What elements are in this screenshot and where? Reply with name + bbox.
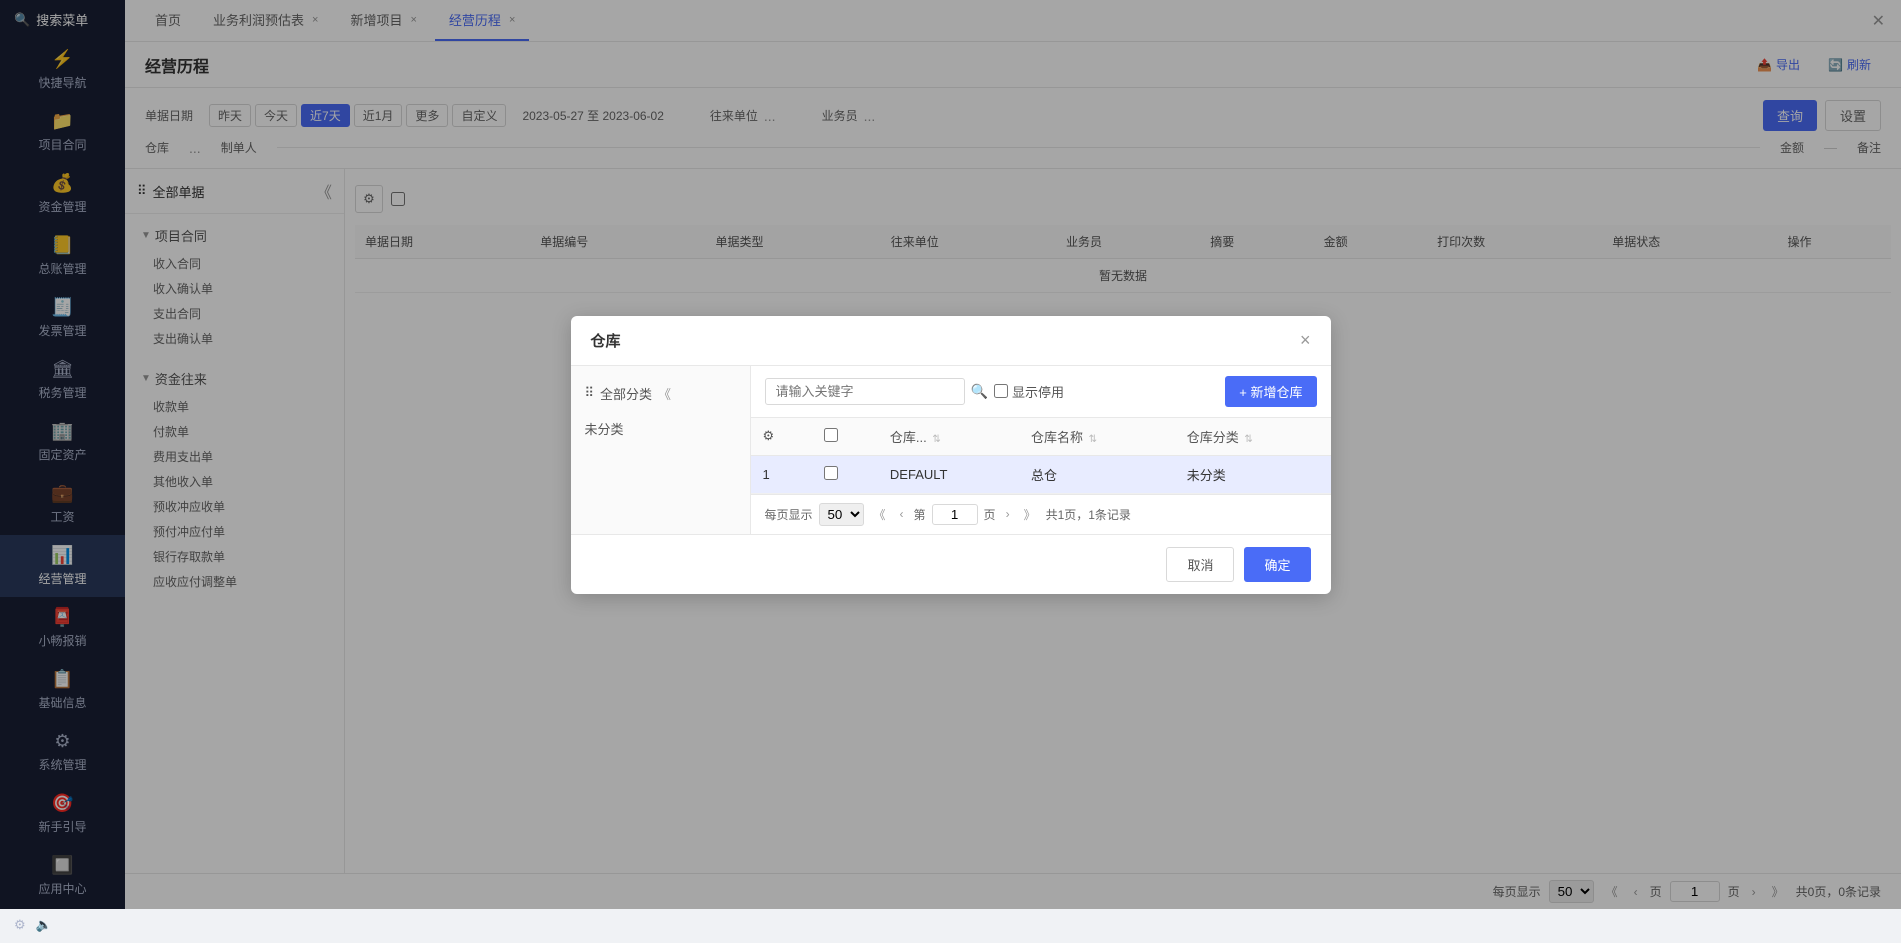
row-checkbox-cell	[812, 455, 878, 493]
modal-category-all[interactable]: ⠿ 全部分类 《	[571, 376, 750, 411]
modal-th-name[interactable]: 仓库名称 ⇅	[1019, 418, 1175, 456]
modal-search-button[interactable]: 🔍	[971, 383, 988, 400]
modal-header: 仓库 ×	[571, 316, 1331, 366]
modal-th-category[interactable]: 仓库分类 ⇅	[1175, 418, 1331, 456]
modal-close-btn[interactable]: ×	[1300, 331, 1311, 349]
modal-table-header: ⚙ 仓库... ⇅ 仓库名称 ⇅	[751, 418, 1331, 456]
row-name: 总仓	[1019, 455, 1175, 493]
modal-page-input[interactable]	[932, 504, 978, 525]
add-warehouse-button[interactable]: + 新增仓库	[1225, 376, 1316, 407]
modal-footer-bar: 每页显示 50 《 ‹ 第 页 › 》 共1页，1条记录	[751, 494, 1331, 534]
sort-icon-category: ⇅	[1244, 434, 1252, 445]
modal-select-all[interactable]	[824, 428, 838, 442]
modal-left-collapse-btn[interactable]: 《	[658, 384, 671, 403]
sort-icon-name: ⇅	[1089, 434, 1097, 445]
modal-body: ⠿ 全部分类 《 未分类 🔍	[571, 366, 1331, 534]
modal-page-label: 第	[914, 506, 926, 523]
row-category: 未分类	[1175, 455, 1331, 493]
modal-search-area: 🔍 显示停用	[765, 378, 1064, 405]
modal-page-next[interactable]: ›	[1002, 505, 1014, 523]
show-disabled-area: 显示停用	[994, 382, 1064, 401]
modal-title: 仓库	[591, 330, 621, 351]
per-page-label-modal: 每页显示	[765, 506, 813, 523]
modal-total-label: 共1页，1条记录	[1046, 506, 1131, 523]
modal-table-area: ⚙ 仓库... ⇅ 仓库名称 ⇅	[751, 418, 1331, 494]
sort-icon-code: ⇅	[932, 434, 940, 445]
volume-icon[interactable]: 🔈	[36, 917, 52, 933]
row-code: DEFAULT	[878, 455, 1019, 493]
sidebar-bottom: ⚙ 🔈	[0, 907, 125, 943]
category-uncategorized-label: 未分类	[585, 419, 624, 438]
modal-warehouse-table: ⚙ 仓库... ⇅ 仓库名称 ⇅	[751, 418, 1331, 494]
show-disabled-label: 显示停用	[1012, 382, 1064, 401]
warehouse-modal: 仓库 × ⠿ 全部分类 《 未分类	[571, 316, 1331, 594]
modal-left-panel: ⠿ 全部分类 《 未分类	[571, 366, 751, 534]
row-index: 1	[751, 455, 813, 493]
modal-page-last[interactable]: 》	[1020, 504, 1040, 525]
modal-search-input[interactable]	[765, 378, 965, 405]
modal-th-gear: ⚙	[751, 418, 813, 456]
category-all-label: 全部分类	[600, 384, 652, 403]
modal-right-panel: 🔍 显示停用 + 新增仓库	[751, 366, 1331, 534]
modal-page-first[interactable]: 《	[870, 504, 890, 525]
settings-icon[interactable]: ⚙	[14, 917, 26, 933]
grid-icon-small: ⠿	[585, 385, 595, 401]
row-checkbox[interactable]	[824, 466, 838, 480]
modal-cancel-button[interactable]: 取消	[1166, 547, 1234, 582]
modal-confirm-button[interactable]: 确定	[1244, 547, 1310, 582]
modal-th-code[interactable]: 仓库... ⇅	[878, 418, 1019, 456]
modal-overlay: 仓库 × ⠿ 全部分类 《 未分类	[0, 0, 1901, 909]
modal-category-uncategorized[interactable]: 未分类	[571, 411, 750, 446]
modal-table-row[interactable]: 1 DEFAULT 总仓 未分类	[751, 455, 1331, 493]
modal-page-prev[interactable]: ‹	[896, 505, 908, 523]
modal-toolbar: 🔍 显示停用 + 新增仓库	[751, 366, 1331, 418]
modal-per-page-select[interactable]: 50	[819, 503, 864, 526]
modal-pagination: 每页显示 50 《 ‹ 第 页 › 》 共1页，1条记录	[765, 503, 1131, 526]
modal-th-checkbox	[812, 418, 878, 456]
show-disabled-checkbox[interactable]	[994, 384, 1008, 398]
gear-icon: ⚙	[763, 428, 775, 443]
modal-page-unit: 页	[984, 506, 996, 523]
modal-actions: 取消 确定	[571, 534, 1331, 594]
